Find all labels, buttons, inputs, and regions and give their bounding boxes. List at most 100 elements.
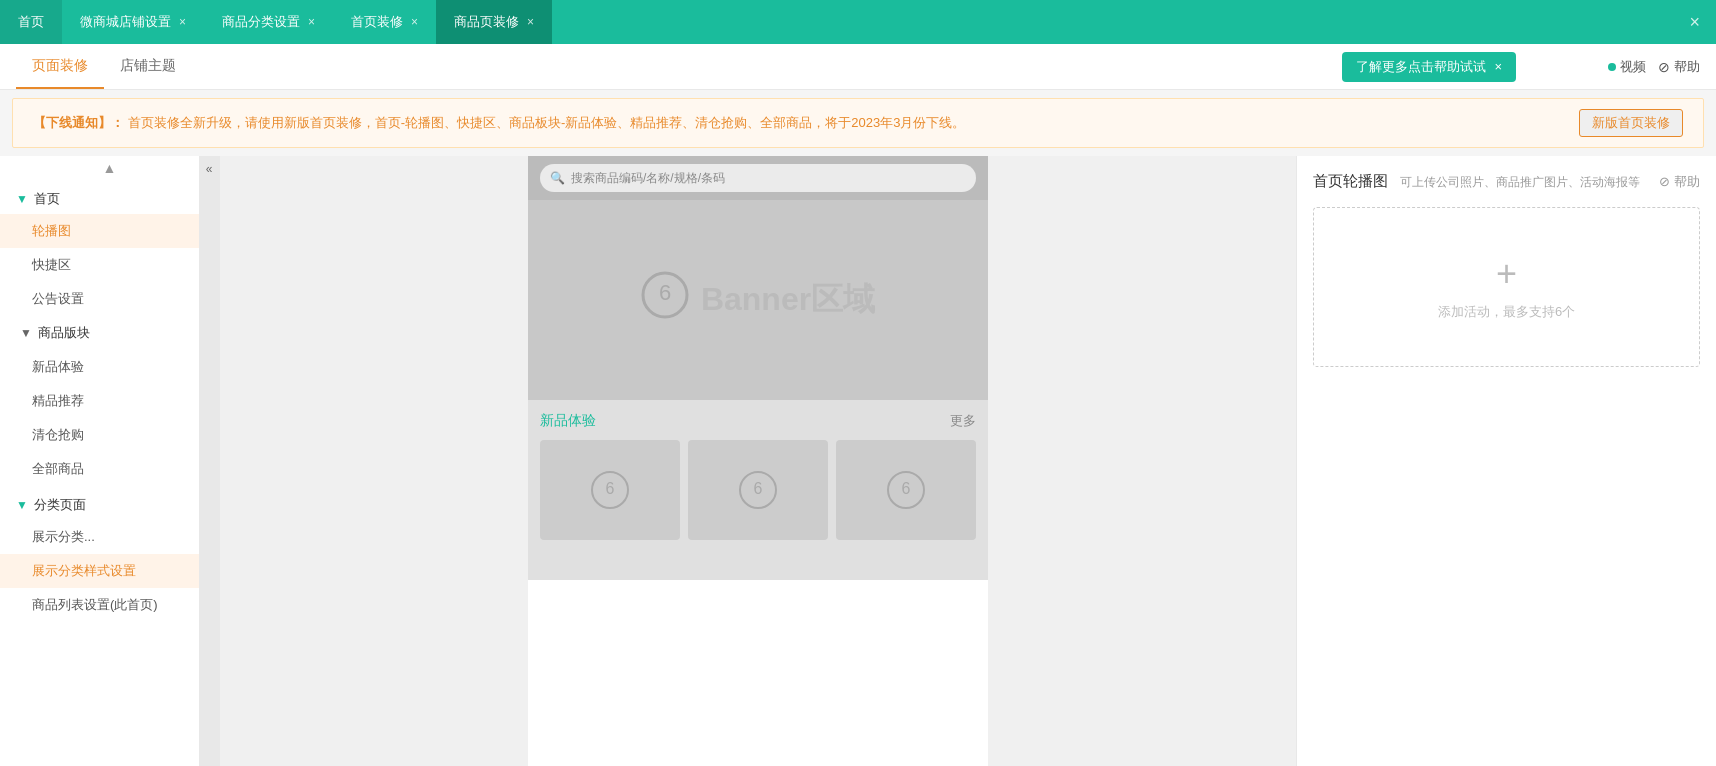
tab-page-decor-label: 页面装修 [32, 57, 88, 73]
svg-text:6: 6 [659, 279, 671, 304]
right-actions: 视频 ⊘ 帮助 [1608, 58, 1700, 76]
banner-logo-icon: 6 [641, 271, 689, 330]
tab-store-theme-label: 店铺主题 [120, 57, 176, 73]
tab-homepage-decor-label: 首页装修 [351, 13, 403, 31]
tab-weishop-label: 微商城店铺设置 [80, 13, 171, 31]
sidebar-homepage-label: 首页 [34, 190, 60, 208]
product-card-3: 6 [836, 440, 976, 540]
svg-text:6: 6 [902, 480, 911, 497]
sidebar-product-block-label: 商品版块 [38, 324, 90, 342]
product-card-2: 6 [688, 440, 828, 540]
collapse-icon: « [206, 162, 213, 176]
right-panel: 首页轮播图 可上传公司照片、商品推广图片、活动海报等 ⊘ 帮助 + 添加活动，最… [1296, 156, 1716, 766]
banner-area: 6 Banner区域 [528, 200, 988, 400]
homepage-arrow-icon: ▼ [16, 192, 28, 206]
question-icon: ⊘ [1658, 59, 1670, 75]
sidebar-show-category-style-label: 展示分类样式设置 [32, 563, 136, 578]
global-close-button[interactable]: × [1673, 12, 1716, 33]
tab-weishop[interactable]: 微商城店铺设置 × [62, 0, 204, 44]
notice-prefix: 【下线通知】： [33, 115, 124, 130]
sidebar-item-notice[interactable]: 公告设置 [0, 282, 219, 316]
product-card-1: 6 [540, 440, 680, 540]
tab-product-category-close[interactable]: × [308, 15, 315, 29]
product-section-title: 新品体验 [540, 412, 596, 430]
product-section-more: 更多 [950, 412, 976, 430]
sidebar-item-shortcut[interactable]: 快捷区 [0, 248, 219, 282]
sidebar-banner-label: 轮播图 [32, 223, 71, 238]
main-content: ▲ ▼ 首页 轮播图 快捷区 公告设置 ▼ 商品版块 新品体验 精品推荐 清仓抢… [0, 156, 1716, 766]
notice-bar: 【下线通知】： 首页装修全新升级，请使用新版首页装修，首页-轮播图、快捷区、商品… [12, 98, 1704, 148]
help-label: 帮助 [1674, 58, 1700, 76]
help-button[interactable]: ⊘ 帮助 [1658, 58, 1700, 76]
scroll-up-btn[interactable]: ▲ [0, 156, 219, 180]
search-icon: 🔍 [550, 171, 565, 185]
tab-homepage-decor-close[interactable]: × [411, 15, 418, 29]
sidebar-collapse-button[interactable]: « [199, 156, 219, 766]
banner-text-label: Banner区域 [701, 278, 875, 322]
help-banner-text: 了解更多点击帮助试试 [1356, 58, 1486, 76]
sidebar-item-banner[interactable]: 轮播图 [0, 214, 219, 248]
sidebar-clearance-label: 清仓抢购 [32, 427, 84, 442]
tab-page-decor[interactable]: 页面装修 [16, 45, 104, 89]
sidebar-item-clearance[interactable]: 清仓抢购 [0, 418, 219, 452]
sidebar-section-category[interactable]: ▼ 分类页面 [0, 486, 219, 520]
sidebar-item-show-category[interactable]: 展示分类... [0, 520, 219, 554]
sidebar-premium-label: 精品推荐 [32, 393, 84, 408]
notice-body: 首页装修全新升级，请使用新版首页装修，首页-轮播图、快捷区、商品板块-新品体验、… [128, 115, 966, 130]
right-panel-title-group: 首页轮播图 可上传公司照片、商品推广图片、活动海报等 [1313, 172, 1640, 191]
notice-text: 【下线通知】： 首页装修全新升级，请使用新版首页装修，首页-轮播图、快捷区、商品… [33, 114, 965, 132]
phone-search-bar: 🔍 搜索商品编码/名称/规格/条码 [528, 156, 988, 200]
video-dot [1608, 63, 1616, 71]
top-tabbar: 首页 微商城店铺设置 × 商品分类设置 × 首页装修 × 商品页装修 × × [0, 0, 1716, 44]
sidebar-more-label: 商品列表设置(此首页) [32, 596, 158, 614]
sidebar-item-new-experience[interactable]: 新品体验 [0, 350, 219, 384]
add-banner-text: 添加活动，最多支持6个 [1438, 303, 1575, 321]
new-version-button[interactable]: 新版首页装修 [1579, 109, 1683, 137]
left-sidebar: ▲ ▼ 首页 轮播图 快捷区 公告设置 ▼ 商品版块 新品体验 精品推荐 清仓抢… [0, 156, 220, 766]
right-panel-help-label: 帮助 [1674, 173, 1700, 191]
sidebar-item-more[interactable]: 商品列表设置(此首页) ▼ [0, 588, 219, 622]
sidebar-item-premium[interactable]: 精品推荐 [0, 384, 219, 418]
search-placeholder-text: 搜索商品编码/名称/规格/条码 [571, 170, 725, 187]
phone-preview: 🔍 搜索商品编码/名称/规格/条码 6 Banner区域 新品体验 [528, 156, 988, 766]
right-panel-title: 首页轮播图 [1313, 172, 1388, 189]
sidebar-section-homepage[interactable]: ▼ 首页 [0, 180, 219, 214]
sidebar-product-block-section[interactable]: ▼ 商品版块 [0, 316, 219, 350]
sidebar-show-category-label: 展示分类... [32, 529, 95, 544]
product-block-arrow-icon: ▼ [20, 326, 32, 340]
right-panel-header: 首页轮播图 可上传公司照片、商品推广图片、活动海报等 ⊘ 帮助 [1313, 172, 1700, 191]
page-tabs: 页面装修 店铺主题 了解更多点击帮助试试 × 视频 ⊘ 帮助 [0, 44, 1716, 90]
svg-text:6: 6 [606, 480, 615, 497]
plus-icon: + [1496, 253, 1517, 295]
sidebar-shortcut-label: 快捷区 [32, 257, 71, 272]
product-section: 新品体验 更多 6 6 [528, 400, 988, 580]
sidebar-item-show-category-style[interactable]: 展示分类样式设置 [0, 554, 219, 588]
tab-weishop-close[interactable]: × [179, 15, 186, 29]
category-arrow-icon: ▼ [16, 498, 28, 512]
svg-text:6: 6 [754, 480, 763, 497]
tab-product-decor-label: 商品页装修 [454, 13, 519, 31]
right-panel-subtitle: 可上传公司照片、商品推广图片、活动海报等 [1400, 175, 1640, 189]
sidebar-notice-label: 公告设置 [32, 291, 84, 306]
video-button[interactable]: 视频 [1608, 58, 1646, 76]
tab-homepage-decor[interactable]: 首页装修 × [333, 0, 436, 44]
tab-product-category[interactable]: 商品分类设置 × [204, 0, 333, 44]
right-panel-help-button[interactable]: ⊘ 帮助 [1659, 173, 1700, 191]
phone-search-input[interactable]: 🔍 搜索商品编码/名称/规格/条码 [540, 164, 976, 192]
product-grid: 6 6 6 [540, 440, 976, 540]
video-label: 视频 [1620, 58, 1646, 76]
add-banner-box[interactable]: + 添加活动，最多支持6个 [1313, 207, 1700, 367]
center-preview: 🔍 搜索商品编码/名称/规格/条码 6 Banner区域 新品体验 [220, 156, 1296, 766]
sidebar-category-label: 分类页面 [34, 496, 86, 514]
tab-product-category-label: 商品分类设置 [222, 13, 300, 31]
sidebar-item-all-products[interactable]: 全部商品 [0, 452, 219, 486]
product-section-header: 新品体验 更多 [540, 412, 976, 430]
tab-product-decor-close[interactable]: × [527, 15, 534, 29]
sidebar-all-products-label: 全部商品 [32, 461, 84, 476]
tab-home-label: 首页 [18, 13, 44, 31]
question-circle-icon: ⊘ [1659, 174, 1670, 189]
tab-store-theme[interactable]: 店铺主题 [104, 45, 192, 89]
tab-product-decor[interactable]: 商品页装修 × [436, 0, 552, 44]
tab-home[interactable]: 首页 [0, 0, 62, 44]
help-banner-close[interactable]: × [1494, 59, 1502, 74]
